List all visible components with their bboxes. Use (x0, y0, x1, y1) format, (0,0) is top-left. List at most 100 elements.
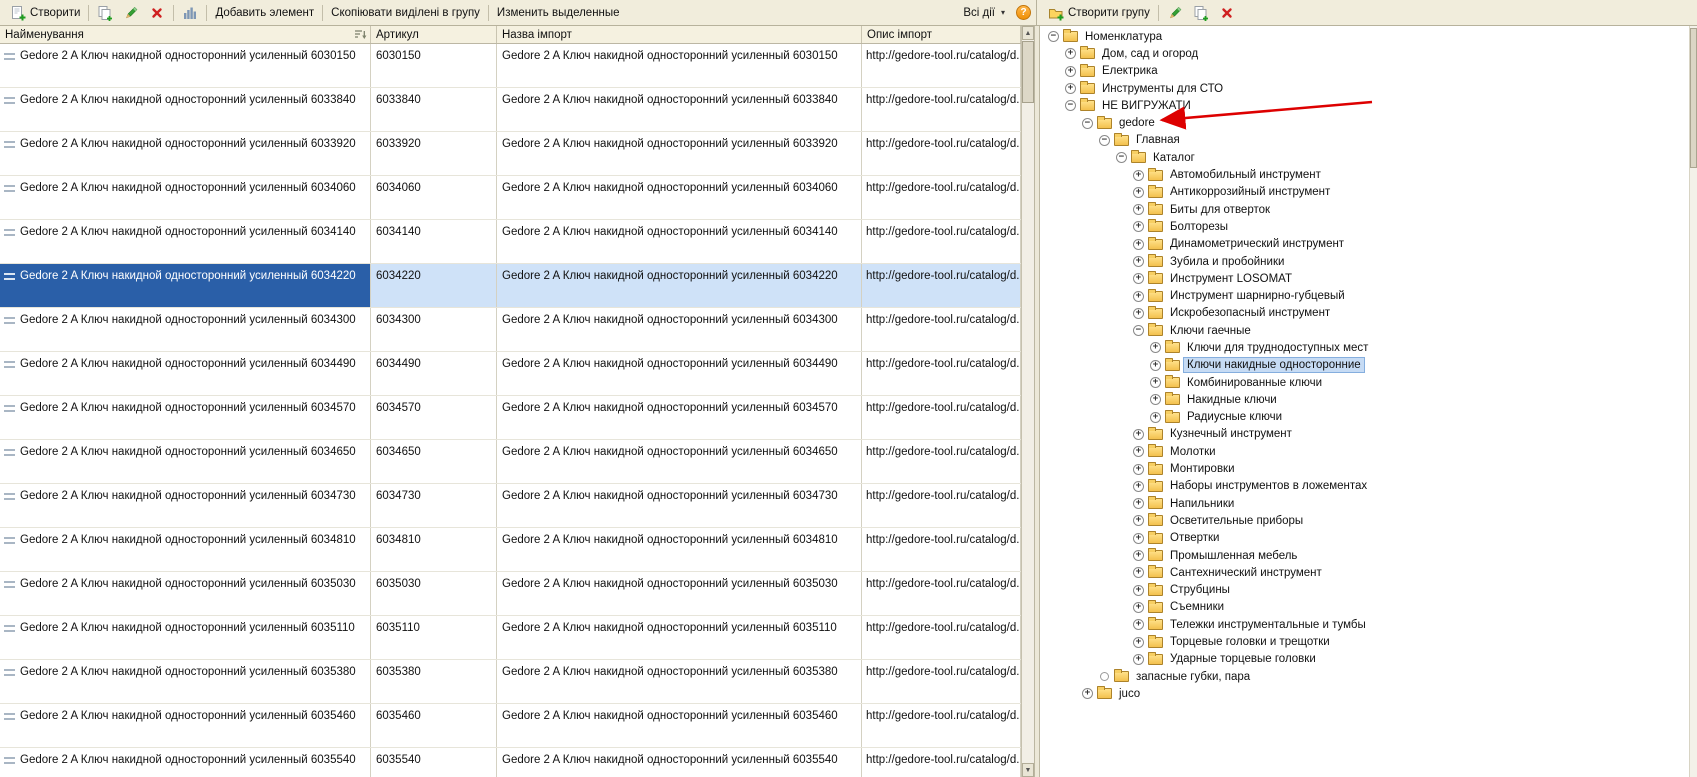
all-actions-button[interactable]: Всі дії ▾ (958, 5, 1010, 21)
tree-expander-icon[interactable]: − (1082, 117, 1093, 129)
cell-article[interactable]: 6035030 (371, 572, 497, 615)
column-header-import-name[interactable]: Назва імпорт (497, 26, 862, 43)
tree-expander-icon[interactable]: + (1150, 411, 1161, 423)
table-row[interactable]: Gedore 2 A Ключ накидной односторонний у… (0, 176, 1021, 220)
tree-item[interactable]: + Наборы инструментов в ложементах (1040, 478, 1689, 495)
column-header-article[interactable]: Артикул (371, 26, 497, 43)
tree-item[interactable]: + Зубила и пробойники (1040, 253, 1689, 270)
create-button[interactable]: Створити (5, 3, 85, 23)
cell-import-desc[interactable]: http://gedore-tool.ru/catalog/d... (862, 528, 1021, 571)
cell-import-desc[interactable]: http://gedore-tool.ru/catalog/d... (862, 220, 1021, 263)
cell-article[interactable]: 6034060 (371, 176, 497, 219)
cell-article[interactable]: 6034220 (371, 264, 497, 307)
table-row[interactable]: Gedore 2 A Ключ накидной односторонний у… (0, 616, 1021, 660)
scroll-down-icon[interactable]: ▼ (1022, 763, 1034, 777)
cell-name[interactable]: Gedore 2 A Ключ накидной односторонний у… (0, 44, 371, 87)
cell-import-name[interactable]: Gedore 2 A Ключ накидной односторонний у… (497, 220, 862, 263)
cell-import-name[interactable]: Gedore 2 A Ключ накидной односторонний у… (497, 660, 862, 703)
scrollbar-thumb[interactable] (1022, 41, 1034, 103)
tree-item[interactable]: + Искробезопасный инструмент (1040, 305, 1689, 322)
tree-item[interactable]: + Инструмент шарнирно-губцевый (1040, 287, 1689, 304)
tree-scrollbar-thumb[interactable] (1690, 28, 1697, 168)
cell-import-desc[interactable]: http://gedore-tool.ru/catalog/d... (862, 484, 1021, 527)
cell-import-desc[interactable]: http://gedore-tool.ru/catalog/d... (862, 44, 1021, 87)
tree-expander-icon[interactable]: + (1133, 463, 1144, 475)
cell-import-name[interactable]: Gedore 2 A Ключ накидной односторонний у… (497, 616, 862, 659)
table-row[interactable]: Gedore 2 A Ключ накидной односторонний у… (0, 88, 1021, 132)
cell-import-desc[interactable]: http://gedore-tool.ru/catalog/d... (862, 264, 1021, 307)
tree-expander-icon[interactable]: + (1150, 377, 1161, 389)
cell-article[interactable]: 6030150 (371, 44, 497, 87)
tree-expander-icon[interactable]: + (1133, 238, 1144, 250)
tree-expander-icon[interactable]: + (1065, 83, 1076, 95)
cell-article[interactable]: 6034300 (371, 308, 497, 351)
tree-item[interactable]: + Торцевые головки и трещотки (1040, 633, 1689, 650)
cell-import-name[interactable]: Gedore 2 A Ключ накидной односторонний у… (497, 440, 862, 483)
tree-expander-icon[interactable]: + (1133, 446, 1144, 458)
help-icon[interactable]: ? (1016, 5, 1031, 20)
tree-item[interactable]: + Ключи накидные односторонние (1040, 357, 1689, 374)
tree-copy-button[interactable] (1188, 3, 1214, 23)
cell-import-desc[interactable]: http://gedore-tool.ru/catalog/d... (862, 308, 1021, 351)
cell-name[interactable]: Gedore 2 A Ключ накидной односторонний у… (0, 88, 371, 131)
cell-name[interactable]: Gedore 2 A Ключ накидной односторонний у… (0, 572, 371, 615)
table-row[interactable]: Gedore 2 A Ключ накидной односторонний у… (0, 352, 1021, 396)
column-header-name[interactable]: Найменування (0, 26, 371, 43)
tree-expander-icon[interactable]: + (1150, 359, 1161, 371)
cell-import-desc[interactable]: http://gedore-tool.ru/catalog/d... (862, 572, 1021, 615)
cell-import-desc[interactable]: http://gedore-tool.ru/catalog/d... (862, 440, 1021, 483)
tree-item[interactable]: + juco (1040, 685, 1689, 702)
tree-item[interactable]: + Биты для отверток (1040, 201, 1689, 218)
cell-article[interactable]: 6035460 (371, 704, 497, 747)
tree-item[interactable]: − НЕ ВИГРУЖАТИ (1040, 97, 1689, 114)
cell-import-name[interactable]: Gedore 2 A Ключ накидной односторонний у… (497, 704, 862, 747)
tree-expander-icon[interactable]: − (1048, 31, 1059, 43)
tree-item[interactable]: + Болторезы (1040, 218, 1689, 235)
cell-name[interactable]: Gedore 2 A Ключ накидной односторонний у… (0, 440, 371, 483)
table-row[interactable]: Gedore 2 A Ключ накидной односторонний у… (0, 484, 1021, 528)
tree-item[interactable]: + Съемники (1040, 599, 1689, 616)
cell-import-name[interactable]: Gedore 2 A Ключ накидной односторонний у… (497, 88, 862, 131)
cell-name[interactable]: Gedore 2 A Ключ накидной односторонний у… (0, 528, 371, 571)
cell-import-desc[interactable]: http://gedore-tool.ru/catalog/d... (862, 176, 1021, 219)
cell-name[interactable]: Gedore 2 A Ключ накидной односторонний у… (0, 616, 371, 659)
table-row[interactable]: Gedore 2 A Ключ накидной односторонний у… (0, 308, 1021, 352)
cell-article[interactable]: 6034730 (371, 484, 497, 527)
tree-expander-icon[interactable]: + (1133, 256, 1144, 267)
table-row[interactable]: Gedore 2 A Ключ накидной односторонний у… (0, 264, 1021, 308)
tree-expander-icon[interactable]: + (1133, 567, 1144, 579)
table-row[interactable]: Gedore 2 A Ключ накидной односторонний у… (0, 396, 1021, 440)
tree-expander-icon[interactable]: + (1133, 515, 1144, 527)
tree-expander-icon[interactable]: + (1133, 498, 1144, 510)
cell-import-name[interactable]: Gedore 2 A Ключ накидной односторонний у… (497, 132, 862, 175)
tree-item[interactable]: + Динамометрический инструмент (1040, 236, 1689, 253)
tree-expander-icon[interactable]: + (1133, 550, 1144, 562)
tree-expander-icon[interactable]: + (1133, 273, 1144, 285)
cell-name[interactable]: Gedore 2 A Ключ накидной односторонний у… (0, 704, 371, 747)
table-row[interactable]: Gedore 2 A Ключ накидной односторонний у… (0, 220, 1021, 264)
tree-expander-icon[interactable]: − (1099, 134, 1110, 146)
column-header-import-desc[interactable]: Опис імпорт (862, 26, 1021, 43)
tree-expander-icon[interactable]: − (1065, 100, 1076, 112)
cell-article[interactable]: 6034490 (371, 352, 497, 395)
table-scrollbar[interactable]: ▲ ▼ (1021, 26, 1034, 777)
tree-item[interactable]: + Накидные ключи (1040, 391, 1689, 408)
tree-item[interactable]: + Молотки (1040, 443, 1689, 460)
tree-item[interactable]: + Сантехнический инструмент (1040, 564, 1689, 581)
tree-item[interactable]: + Монтировки (1040, 460, 1689, 477)
mark-delete-button[interactable] (144, 3, 170, 23)
cell-import-name[interactable]: Gedore 2 A Ключ накидной односторонний у… (497, 308, 862, 351)
tree-expander-icon[interactable]: + (1082, 688, 1093, 700)
tree-item[interactable]: + Ударные торцевые головки (1040, 651, 1689, 668)
table-row[interactable]: Gedore 2 A Ключ накидной односторонний у… (0, 440, 1021, 484)
cell-import-name[interactable]: Gedore 2 A Ключ накидной односторонний у… (497, 528, 862, 571)
tree-expander-icon[interactable]: − (1133, 325, 1144, 337)
edit-selected-button[interactable]: Изменить выделенные (492, 5, 625, 21)
cell-article[interactable]: 6035540 (371, 748, 497, 777)
cell-import-desc[interactable]: http://gedore-tool.ru/catalog/d... (862, 616, 1021, 659)
tree-item[interactable]: − Номенклатура (1040, 28, 1689, 45)
tree-item[interactable]: + Радиусные ключи (1040, 409, 1689, 426)
tree-item[interactable]: запасные губки, пара (1040, 668, 1689, 685)
cell-import-desc[interactable]: http://gedore-tool.ru/catalog/d... (862, 660, 1021, 703)
cell-article[interactable]: 6033920 (371, 132, 497, 175)
